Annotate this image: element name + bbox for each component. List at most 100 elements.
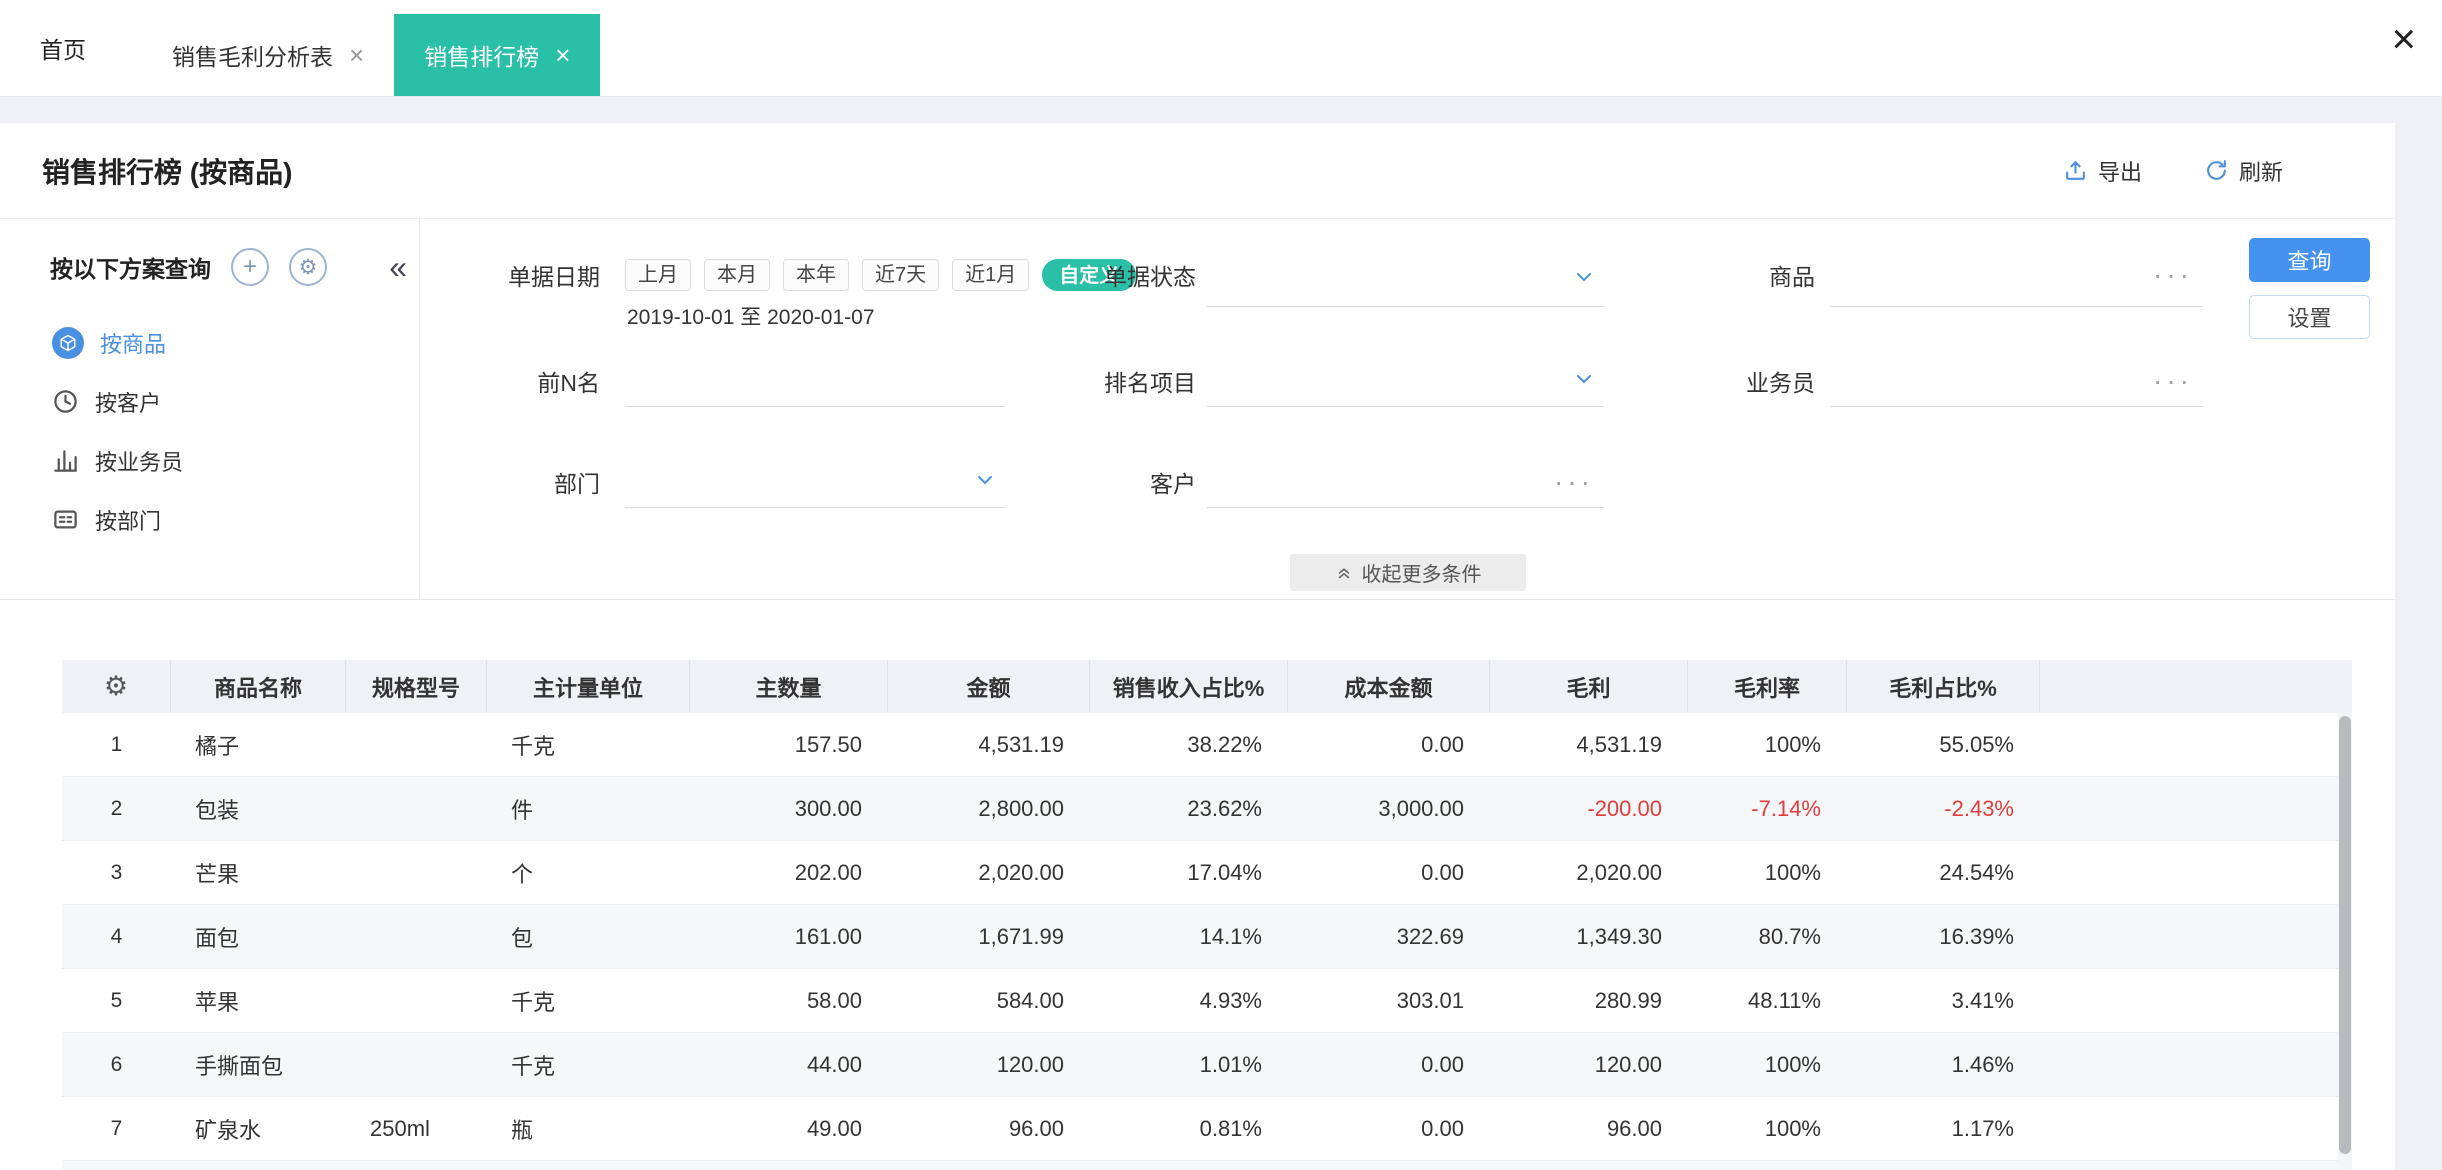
date-range-value[interactable]: 2019-10-01 至 2020-01-07 bbox=[627, 301, 875, 331]
table-cell: 0.00 bbox=[1421, 859, 1464, 885]
top-n-input[interactable] bbox=[625, 365, 1005, 407]
query-button[interactable]: 查询 bbox=[2249, 238, 2370, 282]
rank-item-select[interactable] bbox=[1207, 365, 1604, 407]
id-card-icon bbox=[52, 506, 79, 533]
plus-icon: + bbox=[242, 253, 257, 280]
scheme-item-by-customer[interactable]: 按客户 bbox=[30, 372, 419, 431]
results-table: ⚙ 商品名称 规格型号 主计量单位 主数量 金额 销售收入占比% 成本金额 毛利… bbox=[62, 660, 2352, 1170]
more-icon[interactable]: ··· bbox=[1554, 468, 1594, 496]
cube-icon bbox=[52, 326, 84, 359]
table-header-row: ⚙ 商品名称 规格型号 主计量单位 主数量 金额 销售收入占比% 成本金额 毛利… bbox=[62, 660, 2352, 713]
table-cell: 1,349.30 bbox=[1576, 923, 1662, 949]
export-button[interactable]: 导出 bbox=[2063, 155, 2142, 187]
table-row[interactable]: 2 包装 件 300.00 2,800.00 23.62% 3,000.00 -200.00 -… bbox=[62, 777, 2352, 841]
scrollbar-thumb[interactable] bbox=[2339, 716, 2351, 1154]
customer-label: 客户 bbox=[1150, 471, 1196, 497]
table-cell: 4 bbox=[110, 924, 123, 948]
doc-date-label: 单据日期 bbox=[508, 264, 600, 290]
scheme-item-by-salesman[interactable]: 按业务员 bbox=[30, 431, 419, 490]
table-cell: 303.01 bbox=[1396, 987, 1464, 1013]
salesman-label: 业务员 bbox=[1746, 370, 1815, 396]
table-cell: 橘子 bbox=[195, 733, 240, 759]
settings-button[interactable]: 设置 bbox=[2249, 295, 2370, 339]
table-row[interactable]: 1 橘子 千克 157.50 4,531.19 38.22% 0.00 4,531.19 100… bbox=[62, 713, 2352, 777]
table-cell: 千克 bbox=[511, 1053, 556, 1079]
add-scheme-button[interactable]: + bbox=[231, 248, 269, 286]
table-cell: 1 bbox=[110, 732, 123, 756]
doc-status-select[interactable] bbox=[1207, 259, 1604, 307]
header-actions: 导出 刷新 bbox=[2063, 155, 2283, 187]
gear-icon: ⚙ bbox=[103, 671, 129, 701]
column-header-gross-margin: 毛利率 bbox=[1688, 660, 1847, 713]
filter-section: 按以下方案查询 + ⚙ « 按商品 按客户 按业务员 按部门 单据日期 上月 本… bbox=[0, 218, 2395, 600]
tab-home[interactable]: 首页 bbox=[40, 0, 86, 96]
table-cell: 250ml bbox=[370, 1115, 430, 1141]
table-cell: 千克 bbox=[511, 989, 556, 1015]
export-icon bbox=[2066, 161, 2085, 180]
tab-close-icon[interactable]: × bbox=[555, 42, 570, 68]
more-icon[interactable]: ··· bbox=[2153, 261, 2193, 289]
collapse-more-conditions-button[interactable]: 收起更多条件 bbox=[1290, 554, 1526, 591]
table-cell: 157.50 bbox=[794, 731, 862, 757]
preset-this-year[interactable]: 本年 bbox=[783, 259, 849, 291]
tab-sales-ranking[interactable]: 销售排行榜 × bbox=[394, 14, 601, 96]
collapse-more-label: 收起更多条件 bbox=[1361, 564, 1482, 586]
collapse-panel-icon[interactable]: « bbox=[389, 251, 407, 283]
table-cell: 件 bbox=[511, 797, 534, 823]
scheme-panel-header: 按以下方案查询 + ⚙ « bbox=[50, 245, 407, 289]
table-cell: 44.00 bbox=[806, 1051, 862, 1077]
scheme-item-by-department[interactable]: 按部门 bbox=[30, 490, 419, 549]
preset-last-1-month[interactable]: 近1月 bbox=[952, 259, 1030, 291]
table-cell: 100% bbox=[1764, 731, 1821, 757]
tab-gross-profit-report[interactable]: 销售毛利分析表 × bbox=[142, 14, 394, 96]
table-cell: 100% bbox=[1764, 859, 1821, 885]
scheme-item-by-product[interactable]: 按商品 bbox=[30, 313, 419, 372]
vertical-scrollbar[interactable] bbox=[2338, 713, 2352, 1170]
table-row[interactable]: 4 面包 包 161.00 1,671.99 14.1% 322.69 1,349.30 80.… bbox=[62, 905, 2352, 969]
chevron-down-icon[interactable] bbox=[1572, 367, 1596, 391]
page-header: 销售排行榜 (按商品) 导出 刷新 bbox=[0, 123, 2395, 218]
export-label: 导出 bbox=[2097, 159, 2142, 185]
table-cell: 100% bbox=[1764, 1051, 1821, 1077]
table-cell: 2,020.00 bbox=[1576, 859, 1662, 885]
preset-last-month[interactable]: 上月 bbox=[625, 259, 691, 291]
table-cell: 苹果 bbox=[195, 989, 240, 1015]
preset-this-month[interactable]: 本月 bbox=[704, 259, 770, 291]
table-row[interactable]: 5 苹果 千克 58.00 584.00 4.93% 303.01 280.99 48.11% 3… bbox=[62, 969, 2352, 1033]
table-cell: 280.99 bbox=[1594, 987, 1662, 1013]
customer-picker[interactable]: ··· bbox=[1207, 466, 1604, 508]
chevron-down-icon[interactable] bbox=[973, 468, 997, 492]
chevron-down-icon[interactable] bbox=[1572, 265, 1596, 289]
product-picker[interactable]: ··· bbox=[1830, 259, 2203, 307]
content-area: 销售排行榜 (按商品) 导出 刷新 按以下方案查询 + ⚙ « 按商品 按客户 … bbox=[0, 123, 2395, 1170]
clock-icon bbox=[52, 388, 79, 415]
table-row[interactable]: 7 矿泉水 250ml 瓶 49.00 96.00 0.81% 0.00 96.00 100% 1.… bbox=[62, 1097, 2352, 1161]
table-cell: 个 bbox=[511, 861, 534, 887]
salesman-picker[interactable]: ··· bbox=[1830, 365, 2203, 407]
table-cell: 49.00 bbox=[806, 1115, 862, 1141]
tab-close-icon[interactable]: × bbox=[349, 42, 364, 68]
table-cell: 80.7% bbox=[1758, 923, 1821, 949]
table-cell: 584.00 bbox=[996, 987, 1064, 1013]
table-cell: 23.62% bbox=[1187, 795, 1262, 821]
table-cell: 17.04% bbox=[1187, 859, 1262, 885]
column-header-main-qty: 主数量 bbox=[690, 660, 888, 713]
scheme-list: 按商品 按客户 按业务员 按部门 bbox=[30, 313, 419, 549]
table-cell: 96.00 bbox=[1008, 1115, 1064, 1141]
table-cell: 面包 bbox=[195, 925, 240, 951]
page-title: 销售排行榜 (按商品) bbox=[42, 156, 293, 188]
preset-last-7-days[interactable]: 近7天 bbox=[862, 259, 940, 291]
table-cell: 16.39% bbox=[1939, 923, 2014, 949]
column-settings-button[interactable]: ⚙ bbox=[62, 660, 171, 713]
column-header-main-unit: 主计量单位 bbox=[487, 660, 690, 713]
table-cell: 14.1% bbox=[1199, 923, 1262, 949]
department-select[interactable] bbox=[625, 466, 1005, 508]
scheme-item-label: 按部门 bbox=[95, 508, 162, 534]
scheme-settings-button[interactable]: ⚙ bbox=[289, 248, 327, 286]
more-icon[interactable]: ··· bbox=[2153, 367, 2193, 395]
table-row[interactable]: 6 手撕面包 千克 44.00 120.00 1.01% 0.00 120.00 100% 1.4… bbox=[62, 1033, 2352, 1097]
window-close-icon[interactable]: × bbox=[2391, 18, 2416, 60]
refresh-button[interactable]: 刷新 bbox=[2204, 155, 2283, 187]
table-row[interactable]: 3 芒果 个 202.00 2,020.00 17.04% 0.00 2,020.00 100%… bbox=[62, 841, 2352, 905]
column-header-profit-ratio: 毛利占比% bbox=[1847, 660, 2040, 713]
